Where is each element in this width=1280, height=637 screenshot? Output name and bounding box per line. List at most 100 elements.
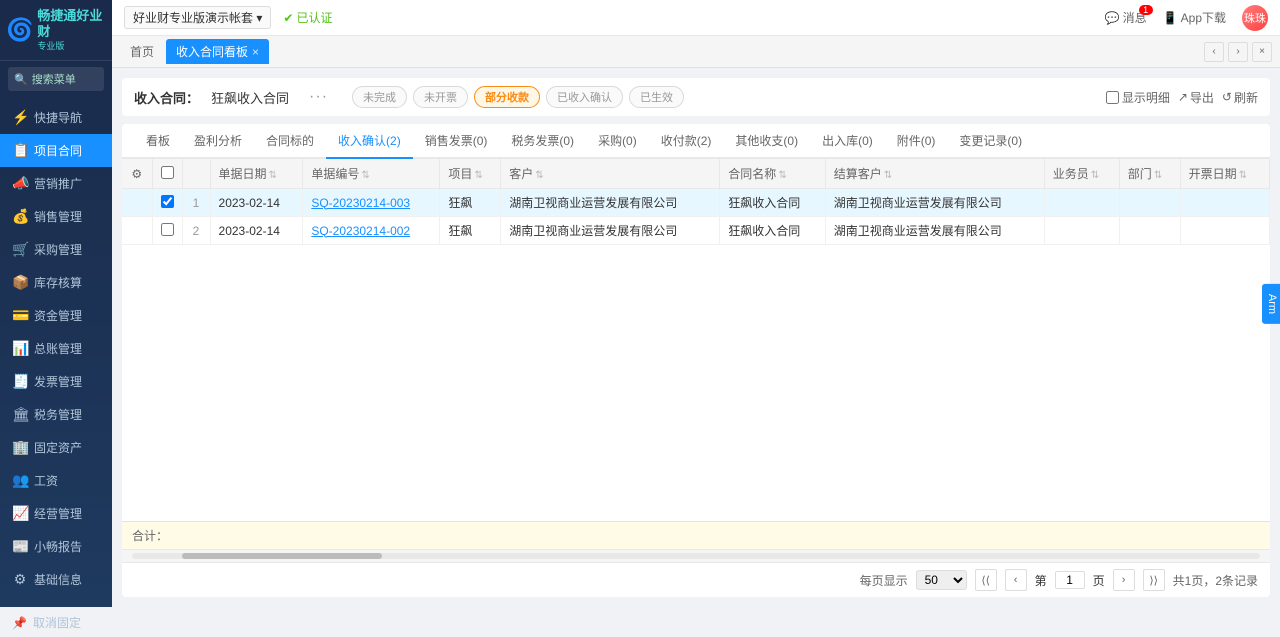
table-row[interactable]: 2 2023-02-14 SQ-20230214-002 狂飙 湖南卫视商业运营…: [122, 217, 1270, 245]
sidebar-item-hr-label: 工资: [34, 472, 58, 489]
main-area: 好业财专业版演示帐套 ▾ ✔ 已认证 💬 消息 1 📱 App下载 珠珠: [112, 0, 1280, 607]
data-table: ⚙ 单据日期⇅ 单据编号⇅ 项目⇅ 客户⇅ 合同名称⇅ 结算客户⇅ 业务员⇅: [122, 159, 1270, 245]
subtab-standard[interactable]: 合同标的: [254, 124, 326, 159]
ops-icon: 📈: [12, 505, 28, 522]
sales-icon: 💰: [12, 208, 28, 225]
sidebar-item-hr[interactable]: 👥 工资: [0, 464, 112, 497]
scrollbar-container[interactable]: [122, 549, 1270, 562]
col-doc-no[interactable]: 单据编号⇅: [303, 159, 440, 189]
sidebar-item-sales[interactable]: 💰 销售管理: [0, 200, 112, 233]
tab-home[interactable]: 首页: [120, 39, 164, 64]
sidebar-item-general[interactable]: 📊 总账管理: [0, 332, 112, 365]
sidebar-item-basic[interactable]: ⚙ 基础信息: [0, 563, 112, 596]
sidebar-item-inventory[interactable]: 📦 库存核算: [0, 266, 112, 299]
user-menu[interactable]: 珠珠: [1242, 5, 1268, 31]
subtabs: 看板 盈利分析 合同标的 收入确认(2) 销售发票(0) 税务发票(0) 采购(…: [122, 124, 1270, 159]
sidebar-item-marketing[interactable]: 📣 营销推广: [0, 167, 112, 200]
row-checkbox-cell[interactable]: [152, 217, 182, 245]
sidebar-bottom-area: 📌 取消固定: [0, 600, 112, 637]
app-download-button[interactable]: 📱 App下载: [1163, 9, 1226, 26]
right-action-button[interactable]: Arm: [1262, 283, 1280, 323]
table-footer: 合计：: [122, 521, 1270, 549]
subtab-payment[interactable]: 收付款(2): [649, 124, 724, 159]
sidebar-quick-nav-label: 快捷导航: [34, 109, 82, 126]
refresh-button[interactable]: ↺ 刷新: [1222, 89, 1258, 106]
row-checkbox[interactable]: [161, 195, 174, 208]
sidebar-item-basic-label: 基础信息: [34, 571, 82, 588]
table-wrap[interactable]: ⚙ 单据日期⇅ 单据编号⇅ 项目⇅ 客户⇅ 合同名称⇅ 结算客户⇅ 业务员⇅: [122, 159, 1270, 521]
status-active-button[interactable]: 已生效: [629, 86, 684, 108]
tabbar-close-button[interactable]: ×: [1252, 42, 1272, 62]
export-button[interactable]: ↗ 导出: [1178, 89, 1214, 106]
export-icon: ↗: [1178, 90, 1188, 104]
col-customer[interactable]: 客户⇅: [501, 159, 720, 189]
row-doc-no[interactable]: SQ-20230214-002: [303, 217, 440, 245]
refresh-icon: ↺: [1222, 90, 1232, 104]
col-open-date[interactable]: 开票日期⇅: [1180, 159, 1269, 189]
subtab-purchase[interactable]: 采购(0): [586, 124, 649, 159]
col-dept[interactable]: 部门⇅: [1119, 159, 1180, 189]
status-notopen-button[interactable]: 未开票: [413, 86, 468, 108]
app-download-label: App下载: [1181, 9, 1226, 26]
status-partial-button[interactable]: 部分收款: [474, 86, 540, 108]
sidebar-unpin-button[interactable]: 📌 取消固定: [0, 608, 112, 637]
message-button[interactable]: 💬 消息 1: [1105, 9, 1147, 26]
sidebar-item-fixed-assets[interactable]: 🏢 固定资产: [0, 431, 112, 464]
sidebar-item-ops[interactable]: 📈 经营管理: [0, 497, 112, 530]
first-page-button[interactable]: ⟨⟨: [975, 569, 997, 591]
sidebar-quick-nav[interactable]: ⚡ 快捷导航: [0, 101, 112, 134]
subtab-attachment[interactable]: 附件(0): [885, 124, 948, 159]
col-contract-name[interactable]: 合同名称⇅: [720, 159, 825, 189]
tabbar-prev-button[interactable]: ‹: [1204, 42, 1224, 62]
prev-page-button[interactable]: ‹: [1005, 569, 1027, 591]
last-page-button[interactable]: ⟩⟩: [1143, 569, 1165, 591]
page-size-select[interactable]: 50 100: [916, 570, 967, 590]
tabbar-next-button[interactable]: ›: [1228, 42, 1248, 62]
show-detail-checkbox[interactable]: [1106, 91, 1119, 104]
company-selector[interactable]: 好业财专业版演示帐套 ▾: [124, 6, 271, 29]
col-checkbox[interactable]: [152, 159, 182, 189]
subtab-other-income[interactable]: 其他收支(0): [723, 124, 810, 159]
sidebar-item-report[interactable]: 📰 小畅报告: [0, 530, 112, 563]
subtab-inout[interactable]: 出入库(0): [810, 124, 885, 159]
scrollbar-track[interactable]: [132, 553, 1260, 559]
tab-close-icon[interactable]: ×: [252, 45, 259, 59]
subtab-change-log[interactable]: 变更记录(0): [947, 124, 1034, 159]
sidebar-item-project[interactable]: 📋 项目合同: [0, 134, 112, 167]
row-checkbox[interactable]: [161, 223, 174, 236]
subtab-profit[interactable]: 盈利分析: [182, 124, 254, 159]
row-settings[interactable]: [122, 189, 152, 217]
table-row[interactable]: 1 2023-02-14 SQ-20230214-003 狂飙 湖南卫视商业运营…: [122, 189, 1270, 217]
subtab-sales-invoice[interactable]: 销售发票(0): [413, 124, 500, 159]
subtab-income-confirm[interactable]: 收入确认(2): [326, 124, 413, 159]
cert-status: ✔ 已认证: [283, 9, 332, 26]
show-detail-toggle[interactable]: 显示明细: [1106, 89, 1170, 106]
sidebar-item-invoice[interactable]: 🧾 发票管理: [0, 365, 112, 398]
subtab-board[interactable]: 看板: [134, 124, 182, 159]
select-all-checkbox[interactable]: [161, 166, 174, 179]
sidebar-item-tax[interactable]: 🏛 税务管理: [0, 398, 112, 431]
col-date[interactable]: 单据日期⇅: [210, 159, 303, 189]
unpin-icon: 📌: [12, 616, 27, 630]
col-settings[interactable]: ⚙: [122, 159, 152, 189]
sidebar-item-purchase[interactable]: 🛒 采购管理: [0, 233, 112, 266]
search-menu-button[interactable]: 🔍 搜索菜单: [8, 67, 104, 91]
col-sales[interactable]: 业务员⇅: [1044, 159, 1119, 189]
row-checkbox-cell[interactable]: [152, 189, 182, 217]
sidebar-item-capital[interactable]: 💳 资金管理: [0, 299, 112, 332]
subtab-tax-invoice[interactable]: 税务发票(0): [499, 124, 586, 159]
row-settings[interactable]: [122, 217, 152, 245]
pagination: 每页显示 50 100 ⟨⟨ ‹ 第 页 › ⟩⟩ 共1页，2条记录: [122, 562, 1270, 597]
project-sort-icon: ⇅: [474, 170, 482, 181]
col-end-customer[interactable]: 结算客户⇅: [825, 159, 1044, 189]
col-project[interactable]: 项目⇅: [440, 159, 501, 189]
status-incomplete-button[interactable]: 未完成: [352, 86, 407, 108]
page-number-input[interactable]: [1055, 571, 1085, 589]
tab-income-contract[interactable]: 收入合同看板 ×: [166, 39, 269, 64]
row-doc-no[interactable]: SQ-20230214-003: [303, 189, 440, 217]
row-project: 狂飙: [440, 189, 501, 217]
scrollbar-thumb[interactable]: [182, 553, 382, 559]
status-confirmed-button[interactable]: 已收入确认: [546, 86, 623, 108]
more-actions-button[interactable]: ···: [309, 88, 328, 106]
next-page-button[interactable]: ›: [1113, 569, 1135, 591]
